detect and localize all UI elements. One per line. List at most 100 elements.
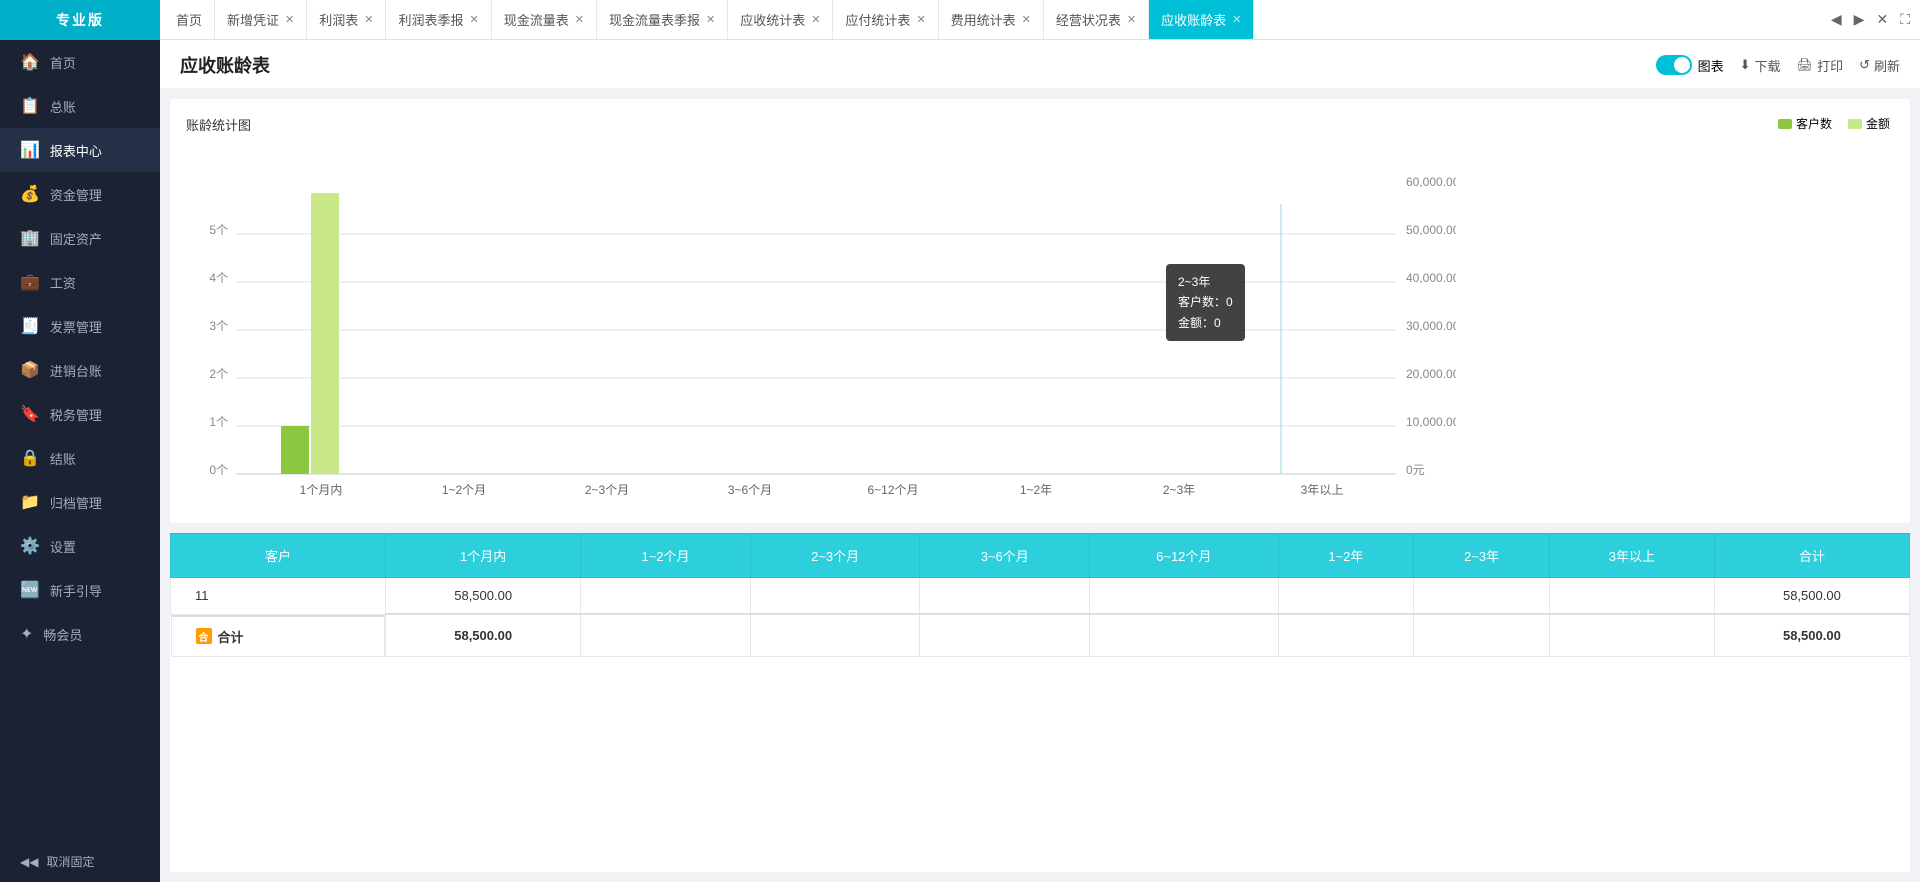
- sidebar-label-general-ledger: 总账: [50, 97, 76, 116]
- tab-business-status[interactable]: 经营状况表 ✕: [1044, 0, 1149, 39]
- page-actions: 图表 ⬇ 下载 🖨 打印 ↺ 刷新: [1656, 55, 1900, 75]
- tab-expense-stats-close[interactable]: ✕: [1022, 13, 1031, 26]
- tab-cashflow[interactable]: 现金流量表 ✕: [492, 0, 597, 39]
- total-y23: [1414, 614, 1550, 657]
- tab-cashflow-quarterly[interactable]: 现金流量表季报 ✕: [597, 0, 728, 39]
- legend-customer-label: 客户数: [1796, 115, 1832, 132]
- app-logo: 专业版: [0, 0, 160, 40]
- toggle-switch-knob[interactable]: [1656, 55, 1692, 75]
- svg-text:2个: 2个: [209, 367, 228, 381]
- tab-nav-buttons: ◀ ▶ ✕ ⛶: [1825, 11, 1916, 28]
- legend-amount-label: 金额: [1866, 115, 1890, 132]
- sidebar-label-fixed-assets: 固定资产: [50, 229, 102, 248]
- download-button[interactable]: ⬇ 下载: [1740, 56, 1781, 75]
- sidebar-item-membership[interactable]: ✦ 畅会员: [0, 612, 160, 656]
- svg-text:5个: 5个: [209, 223, 228, 237]
- sidebar-item-settings[interactable]: ⚙️ 设置: [0, 524, 160, 568]
- sidebar-item-archive[interactable]: 📁 归档管理: [0, 480, 160, 524]
- svg-text:4个: 4个: [209, 271, 228, 285]
- tab-expense-stats-label: 费用统计表: [951, 10, 1016, 29]
- bar-count-m1: [281, 426, 309, 474]
- main-content: 首页 新增凭证 ✕ 利润表 ✕ 利润表季报 ✕ 现金流量表 ✕ 现金流量表季报 …: [160, 0, 1920, 882]
- sidebar-label-membership: 畅会员: [43, 625, 82, 644]
- tab-profit-quarterly-close[interactable]: ✕: [470, 13, 479, 26]
- tab-expense-stats[interactable]: 费用统计表 ✕: [939, 0, 1044, 39]
- bar-amount-m1: [311, 193, 339, 474]
- tab-payable-stats-close[interactable]: ✕: [916, 13, 925, 26]
- report-icon: 📊: [20, 140, 40, 160]
- sidebar-label-salary: 工资: [50, 273, 76, 292]
- col-m36: 3~6个月: [920, 534, 1090, 578]
- sidebar-item-tax[interactable]: 🔖 税务管理: [0, 392, 160, 436]
- chart-toggle[interactable]: 图表: [1656, 55, 1724, 75]
- col-y12: 1~2年: [1278, 534, 1414, 578]
- col-customer: 客户: [171, 534, 386, 578]
- col-m612: 6~12个月: [1090, 534, 1278, 578]
- sidebar-item-invoice[interactable]: 🧾 发票管理: [0, 304, 160, 348]
- tab-receivable-stats[interactable]: 应收统计表 ✕: [728, 0, 833, 39]
- svg-text:3个: 3个: [209, 319, 228, 333]
- tab-cashflow-close[interactable]: ✕: [575, 13, 584, 26]
- tab-new-voucher[interactable]: 新增凭证 ✕: [215, 0, 307, 39]
- tab-cashflow-quarterly-close[interactable]: ✕: [706, 13, 715, 26]
- col-m23: 2~3个月: [750, 534, 920, 578]
- guide-icon: 🆕: [20, 580, 40, 600]
- sidebar-item-salary[interactable]: 💼 工资: [0, 260, 160, 304]
- total-m612: [1090, 614, 1278, 657]
- cell-y23: [1414, 578, 1550, 615]
- tab-new-voucher-label: 新增凭证: [227, 10, 279, 29]
- tab-maximize-button[interactable]: ⛶: [1894, 11, 1916, 28]
- print-button[interactable]: 🖨 打印: [1797, 56, 1844, 75]
- settings-icon: ⚙️: [20, 536, 40, 556]
- tab-profit[interactable]: 利润表 ✕: [307, 0, 386, 39]
- svg-text:1~2年: 1~2年: [1020, 483, 1052, 497]
- total-y3plus: [1549, 614, 1714, 657]
- tab-receivable-aging-close[interactable]: ✕: [1232, 13, 1241, 26]
- table-header-row: 客户 1个月内 1~2个月 2~3个月 3~6个月 6~12个月 1~2年 2~…: [171, 534, 1910, 578]
- refresh-button[interactable]: ↺ 刷新: [1859, 56, 1900, 75]
- tab-business-status-label: 经营状况表: [1056, 10, 1121, 29]
- tax-icon: 🔖: [20, 404, 40, 424]
- svg-text:1~2个月: 1~2个月: [442, 483, 486, 497]
- tab-profit-close[interactable]: ✕: [364, 13, 373, 26]
- total-label: 合计: [218, 627, 244, 646]
- legend-customer-color: [1778, 119, 1792, 129]
- sidebar-item-report-center[interactable]: 📊 报表中心: [0, 128, 160, 172]
- sidebar-label-report-center: 报表中心: [50, 141, 102, 160]
- tab-receivable-stats-close[interactable]: ✕: [811, 13, 820, 26]
- chart-area: 账龄统计图 客户数 金额 0个 1个 2个 3个 4个 5个 0元: [170, 99, 1910, 523]
- closing-icon: 🔒: [20, 448, 40, 468]
- fund-icon: 💰: [20, 184, 40, 204]
- tab-new-voucher-close[interactable]: ✕: [285, 13, 294, 26]
- sidebar-item-fund-management[interactable]: 💰 资金管理: [0, 172, 160, 216]
- table-total-row: 合 合计 58,500.00 58,500.00: [171, 614, 1910, 657]
- tab-prev-button[interactable]: ◀: [1825, 11, 1848, 28]
- tab-cashflow-quarterly-label: 现金流量表季报: [609, 10, 700, 29]
- table-row: 11 58,500.00 58,500.00: [171, 578, 1910, 615]
- svg-text:2~3年: 2~3年: [1163, 483, 1195, 497]
- col-y3plus: 3年以上: [1549, 534, 1714, 578]
- tab-next-button[interactable]: ▶: [1848, 11, 1871, 28]
- page-header: 应收账龄表 图表 ⬇ 下载 🖨 打印 ↺ 刷新: [160, 40, 1920, 89]
- tab-profit-label: 利润表: [319, 10, 358, 29]
- sidebar-item-home[interactable]: 🏠 首页: [0, 40, 160, 84]
- sidebar-item-general-ledger[interactable]: 📋 总账: [0, 84, 160, 128]
- tab-receivable-aging[interactable]: 应收账龄表 ✕: [1149, 0, 1254, 39]
- sidebar-item-purchase-sales[interactable]: 📦 进销台账: [0, 348, 160, 392]
- cell-y3plus: [1549, 578, 1714, 615]
- tab-profit-quarterly[interactable]: 利润表季报 ✕: [386, 0, 491, 39]
- cell-m36: [920, 578, 1090, 615]
- tab-home-label: 首页: [176, 10, 202, 29]
- print-icon: 🖨: [1797, 57, 1814, 73]
- sidebar-item-guide[interactable]: 🆕 新手引导: [0, 568, 160, 612]
- legend-customer-count: 客户数: [1778, 115, 1832, 132]
- refresh-icon: ↺: [1859, 57, 1870, 73]
- tab-payable-stats[interactable]: 应付统计表 ✕: [833, 0, 938, 39]
- unpin-button[interactable]: ◀◀ 取消固定: [0, 841, 160, 882]
- sidebar-item-closing[interactable]: 🔒 结账: [0, 436, 160, 480]
- sidebar-item-fixed-assets[interactable]: 🏢 固定资产: [0, 216, 160, 260]
- tab-business-status-close[interactable]: ✕: [1127, 13, 1136, 26]
- table-area: 客户 1个月内 1~2个月 2~3个月 3~6个月 6~12个月 1~2年 2~…: [170, 533, 1910, 872]
- tab-home[interactable]: 首页: [164, 0, 215, 39]
- tab-close-all-button[interactable]: ✕: [1870, 11, 1894, 28]
